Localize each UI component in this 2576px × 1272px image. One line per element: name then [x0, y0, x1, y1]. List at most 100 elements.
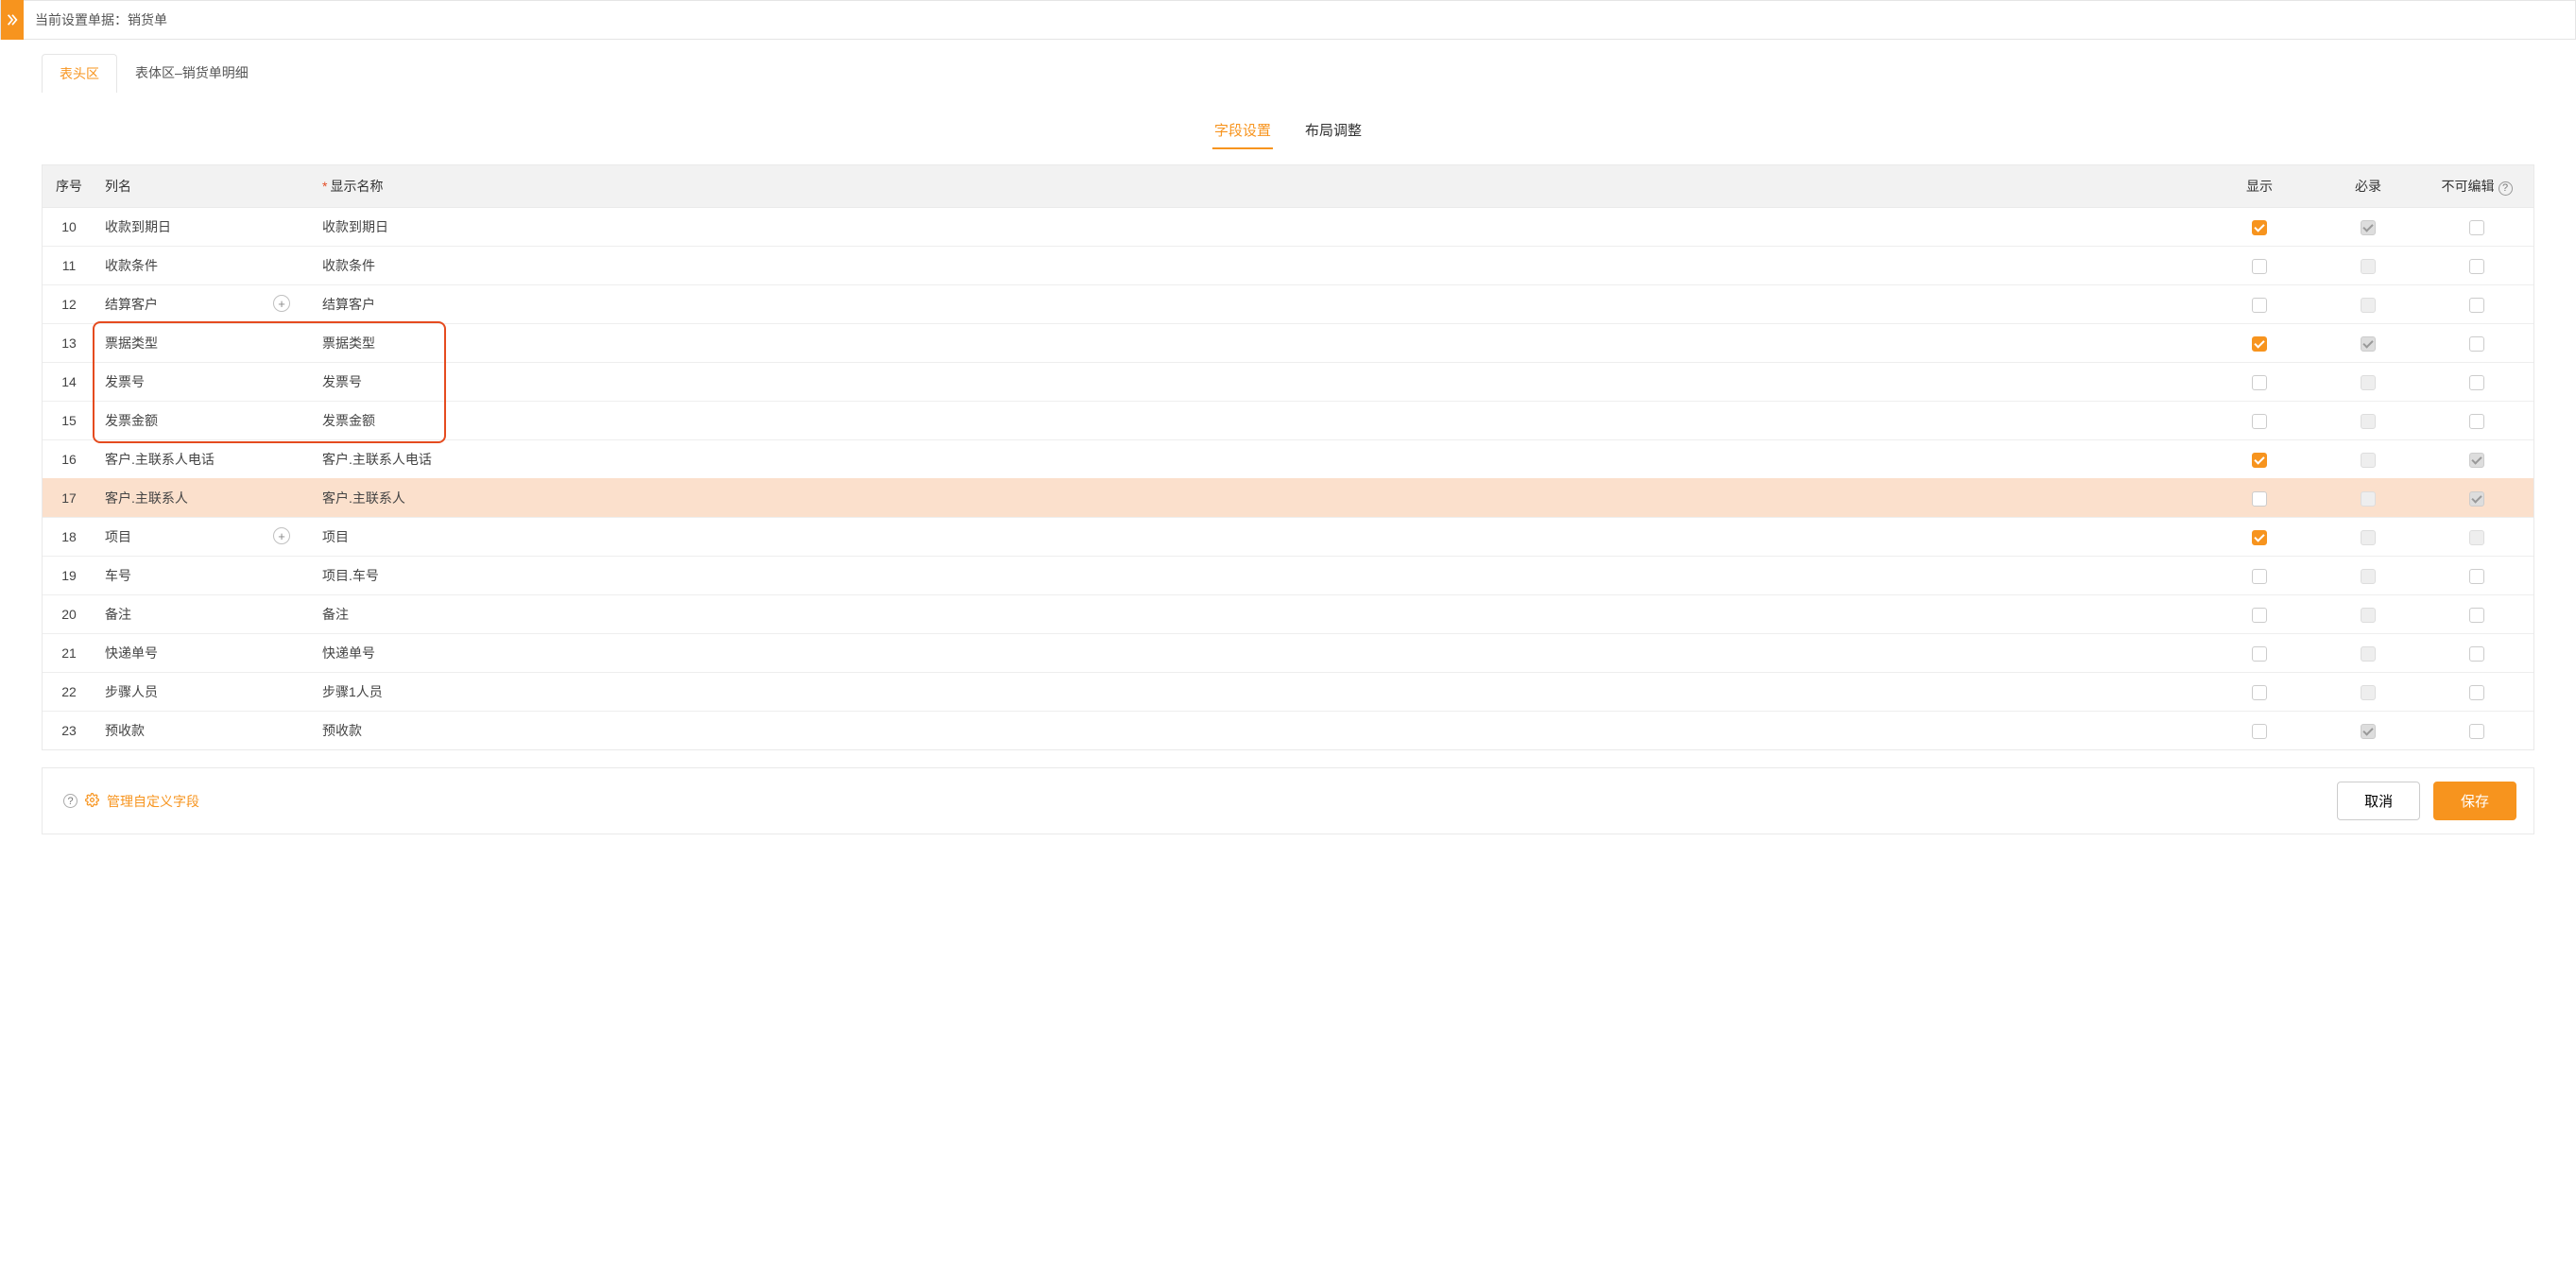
table-row[interactable]: 20备注备注: [43, 595, 2533, 634]
cell-display-name[interactable]: 客户.主联系人: [313, 479, 2203, 518]
show-checkbox[interactable]: [2252, 414, 2267, 429]
cell-display-name[interactable]: 备注: [313, 595, 2203, 634]
table-row[interactable]: 13票据类型票据类型: [43, 324, 2533, 363]
cell-display-name[interactable]: 发票号: [313, 363, 2203, 402]
table-row[interactable]: 19车号项目.车号: [43, 557, 2533, 595]
cell-display-name[interactable]: 预收款: [313, 712, 2203, 750]
show-checkbox[interactable]: [2252, 530, 2267, 545]
add-child-button[interactable]: +: [273, 295, 290, 312]
cell-display-name[interactable]: 结算客户: [313, 285, 2203, 324]
expand-sidebar-button[interactable]: [1, 0, 24, 40]
table-row[interactable]: 21快递单号快递单号: [43, 634, 2533, 673]
cell-display-name[interactable]: 收款条件: [313, 247, 2203, 285]
subtab-layout[interactable]: 布局调整: [1303, 112, 1364, 149]
top-bar: 当前设置单据：销货单: [0, 0, 2576, 40]
show-checkbox[interactable]: [2252, 646, 2267, 662]
show-checkbox[interactable]: [2252, 685, 2267, 700]
show-checkbox[interactable]: [2252, 298, 2267, 313]
lock-checkbox[interactable]: [2469, 414, 2484, 429]
show-checkbox[interactable]: [2252, 375, 2267, 390]
show-checkbox[interactable]: [2252, 491, 2267, 507]
lock-checkbox[interactable]: [2469, 298, 2484, 313]
lock-checkbox[interactable]: [2469, 608, 2484, 623]
table-row[interactable]: 10收款到期日收款到期日: [43, 208, 2533, 247]
table-row[interactable]: 18项目+项目: [43, 518, 2533, 557]
cell-display-name[interactable]: 项目: [313, 518, 2203, 557]
add-child-button[interactable]: +: [273, 527, 290, 544]
cell-seq: 19: [43, 557, 95, 595]
cell-display-name[interactable]: 发票金额: [313, 402, 2203, 440]
table-row[interactable]: 11收款条件收款条件: [43, 247, 2533, 285]
tab-header-area[interactable]: 表头区: [42, 54, 117, 93]
col-header-required: 必录: [2316, 165, 2420, 208]
show-checkbox[interactable]: [2252, 220, 2267, 235]
cell-show: [2203, 285, 2316, 324]
cell-required: [2316, 402, 2420, 440]
cell-name: 客户.主联系人电话: [95, 440, 313, 479]
table-row[interactable]: 17客户.主联系人客户.主联系人: [43, 479, 2533, 518]
manage-custom-fields-link[interactable]: 管理自定义字段: [107, 792, 199, 811]
lock-checkbox: [2469, 530, 2484, 545]
show-checkbox[interactable]: [2252, 453, 2267, 468]
cell-required: [2316, 712, 2420, 750]
table-body: 10收款到期日收款到期日11收款条件收款条件12结算客户+结算客户13票据类型票…: [43, 208, 2533, 750]
required-checkbox: [2361, 298, 2376, 313]
cell-display-name[interactable]: 客户.主联系人电话: [313, 440, 2203, 479]
lock-checkbox[interactable]: [2469, 724, 2484, 739]
show-checkbox[interactable]: [2252, 569, 2267, 584]
cell-display-name[interactable]: 收款到期日: [313, 208, 2203, 247]
cell-required: [2316, 440, 2420, 479]
required-checkbox: [2361, 259, 2376, 274]
cell-show: [2203, 557, 2316, 595]
subtab-fields[interactable]: 字段设置: [1212, 112, 1273, 149]
cell-seq: 20: [43, 595, 95, 634]
lock-checkbox[interactable]: [2469, 646, 2484, 662]
show-checkbox[interactable]: [2252, 608, 2267, 623]
footer-buttons: 取消 保存: [2327, 782, 2516, 820]
lock-checkbox[interactable]: [2469, 336, 2484, 352]
tab-body-area[interactable]: 表体区–销货单明细: [117, 53, 266, 92]
lock-checkbox[interactable]: [2469, 569, 2484, 584]
cell-name: 收款条件: [95, 247, 313, 285]
table-row[interactable]: 15发票金额发票金额: [43, 402, 2533, 440]
cell-required: [2316, 634, 2420, 673]
cell-required: [2316, 518, 2420, 557]
cell-display-name[interactable]: 快递单号: [313, 634, 2203, 673]
lock-checkbox[interactable]: [2469, 375, 2484, 390]
cell-seq: 13: [43, 324, 95, 363]
footer-bar: ? 管理自定义字段 取消 保存: [42, 767, 2534, 834]
required-checkbox: [2361, 453, 2376, 468]
table-row[interactable]: 22步骤人员步骤1人员: [43, 673, 2533, 712]
required-checkbox: [2361, 569, 2376, 584]
lock-checkbox[interactable]: [2469, 220, 2484, 235]
required-checkbox: [2361, 414, 2376, 429]
table-row[interactable]: 14发票号发票号: [43, 363, 2533, 402]
cell-seq: 23: [43, 712, 95, 750]
cell-lock: [2420, 285, 2533, 324]
required-checkbox: [2361, 336, 2376, 352]
save-button[interactable]: 保存: [2433, 782, 2516, 820]
lock-checkbox[interactable]: [2469, 259, 2484, 274]
table-row[interactable]: 16客户.主联系人电话客户.主联系人电话: [43, 440, 2533, 479]
cell-display-name[interactable]: 步骤1人员: [313, 673, 2203, 712]
title-prefix: 当前设置单据：: [35, 12, 128, 27]
help-icon[interactable]: ?: [63, 794, 77, 808]
help-icon[interactable]: ?: [2499, 181, 2513, 196]
cell-name: 预收款: [95, 712, 313, 750]
show-checkbox[interactable]: [2252, 724, 2267, 739]
cell-display-name[interactable]: 项目.车号: [313, 557, 2203, 595]
required-checkbox: [2361, 646, 2376, 662]
cancel-button[interactable]: 取消: [2337, 782, 2420, 820]
cell-display-name[interactable]: 票据类型: [313, 324, 2203, 363]
lock-checkbox[interactable]: [2469, 685, 2484, 700]
table-row[interactable]: 12结算客户+结算客户: [43, 285, 2533, 324]
cell-lock: [2420, 673, 2533, 712]
table-row[interactable]: 23预收款预收款: [43, 712, 2533, 750]
show-checkbox[interactable]: [2252, 259, 2267, 274]
cell-name: 步骤人员: [95, 673, 313, 712]
cell-lock: [2420, 324, 2533, 363]
cell-lock: [2420, 595, 2533, 634]
cell-required: [2316, 595, 2420, 634]
required-checkbox: [2361, 220, 2376, 235]
show-checkbox[interactable]: [2252, 336, 2267, 352]
